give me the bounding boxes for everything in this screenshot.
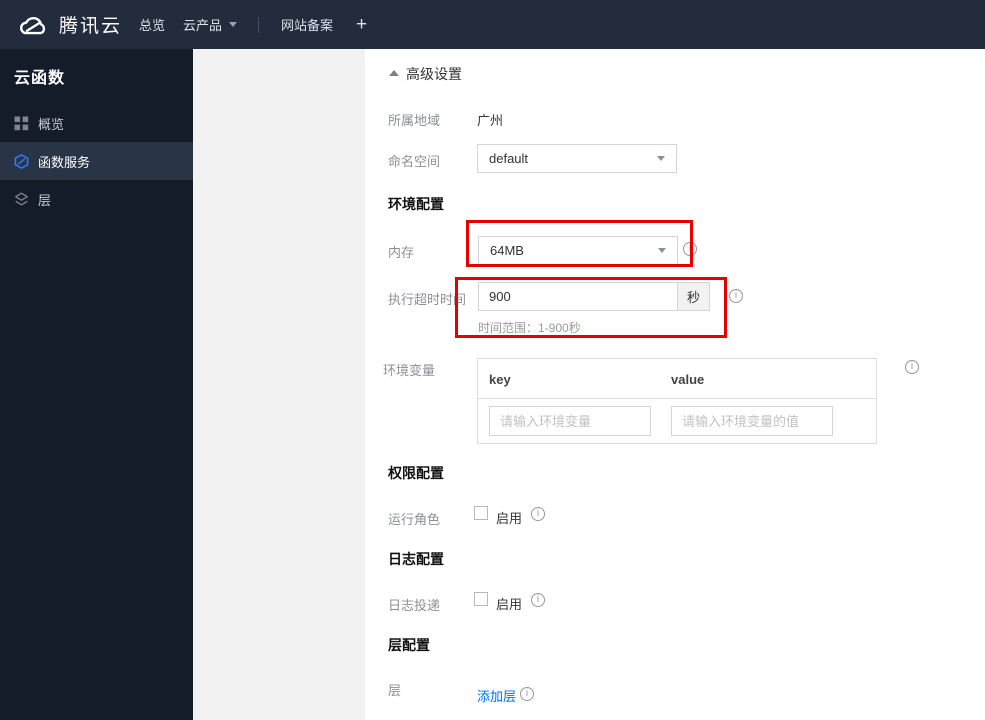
log-label: 日志投递 (388, 598, 441, 613)
nav-divider (258, 17, 259, 33)
nav-item-label: 总览 (139, 18, 166, 33)
role-enable-label: 启用 (496, 511, 523, 526)
layer-info-icon[interactable]: i (520, 687, 534, 701)
namespace-selected-value: default (489, 151, 529, 166)
function-config-form: 高级设置 所属地域 广州 命名空间 default 环境配置 内存 64MB i… (365, 49, 985, 720)
timeout-range-hint: 时间范围：1-900秒 (478, 321, 581, 335)
memory-selected-value: 64MB (490, 243, 524, 258)
envvar-info-icon[interactable]: i (905, 360, 919, 374)
envvar-key-header: key (489, 372, 511, 387)
layers-icon (15, 192, 28, 205)
memory-label: 内存 (388, 245, 415, 260)
sidebar-item-function-service[interactable]: 函数服务 (0, 142, 193, 180)
sidebar-item-overview[interactable]: 概览 (0, 104, 193, 142)
role-label: 运行角色 (388, 512, 441, 527)
brand-name: 腾讯云 (59, 16, 123, 37)
sidebar-item-label: 层 (38, 192, 52, 208)
chevron-down-icon (658, 248, 666, 253)
envvar-value-header: value (671, 372, 705, 387)
nav-add-tab-button[interactable]: + (356, 0, 367, 49)
timeout-input[interactable] (478, 282, 678, 311)
namespace-label: 命名空间 (388, 154, 441, 169)
top-nav: 腾讯云 总览 云产品 网站备案 + (0, 0, 985, 49)
timeout-label: 执行超时时间 (388, 292, 467, 307)
log-info-icon[interactable]: i (531, 593, 545, 607)
advanced-settings-label: 高级设置 (406, 66, 462, 82)
region-value: 广州 (477, 113, 504, 128)
envvar-table-header: key value (478, 359, 876, 399)
region-label: 所属地域 (388, 113, 441, 128)
cloud-slash-icon (20, 16, 46, 34)
memory-info-icon[interactable]: i (683, 242, 697, 256)
layer-label: 层 (388, 683, 402, 698)
nav-item-label: 云产品 (183, 18, 223, 33)
chevron-down-icon (657, 156, 665, 161)
log-enable-label: 启用 (496, 597, 523, 612)
layer-config-header: 层配置 (388, 637, 430, 653)
plus-icon: + (356, 13, 368, 35)
log-enable-checkbox[interactable] (474, 592, 488, 606)
secondary-panel (193, 49, 365, 720)
env-config-header: 环境配置 (388, 196, 444, 212)
envvar-table: key value (477, 358, 877, 444)
triangle-up-icon (389, 70, 399, 76)
envvar-value-input[interactable] (671, 406, 833, 436)
envvar-label: 环境变量 (383, 363, 436, 378)
nav-item-label: 网站备案 (281, 18, 334, 33)
nav-item-cloud-products[interactable]: 云产品 (183, 0, 238, 49)
memory-select[interactable]: 64MB (478, 236, 678, 265)
nav-item-overview[interactable]: 总览 (139, 0, 165, 49)
add-layer-link[interactable]: 添加层 (477, 686, 516, 705)
envvar-key-input[interactable] (489, 406, 651, 436)
chevron-down-icon (229, 22, 238, 27)
timeout-unit-suffix: 秒 (678, 282, 710, 311)
advanced-settings-toggle[interactable]: 高级设置 (389, 64, 462, 84)
namespace-select[interactable]: default (477, 144, 677, 173)
sidebar-item-layers[interactable]: 层 (0, 180, 193, 218)
sidebar-item-label: 概览 (38, 116, 65, 132)
tencent-cloud-logo[interactable]: 腾讯云 (17, 0, 122, 49)
sidebar: 云函数 概览 函数服务 层 (0, 49, 193, 720)
sidebar-title: 云函数 (14, 70, 66, 87)
grid-icon (14, 116, 29, 130)
role-info-icon[interactable]: i (531, 507, 545, 521)
sidebar-item-label: 函数服务 (38, 154, 91, 170)
scf-hexagon-icon (14, 153, 29, 169)
log-config-header: 日志配置 (388, 551, 444, 567)
timeout-info-icon[interactable]: i (729, 289, 743, 303)
role-enable-checkbox[interactable] (474, 506, 488, 520)
perm-config-header: 权限配置 (388, 465, 444, 481)
nav-item-website-record[interactable]: 网站备案 (281, 0, 333, 49)
